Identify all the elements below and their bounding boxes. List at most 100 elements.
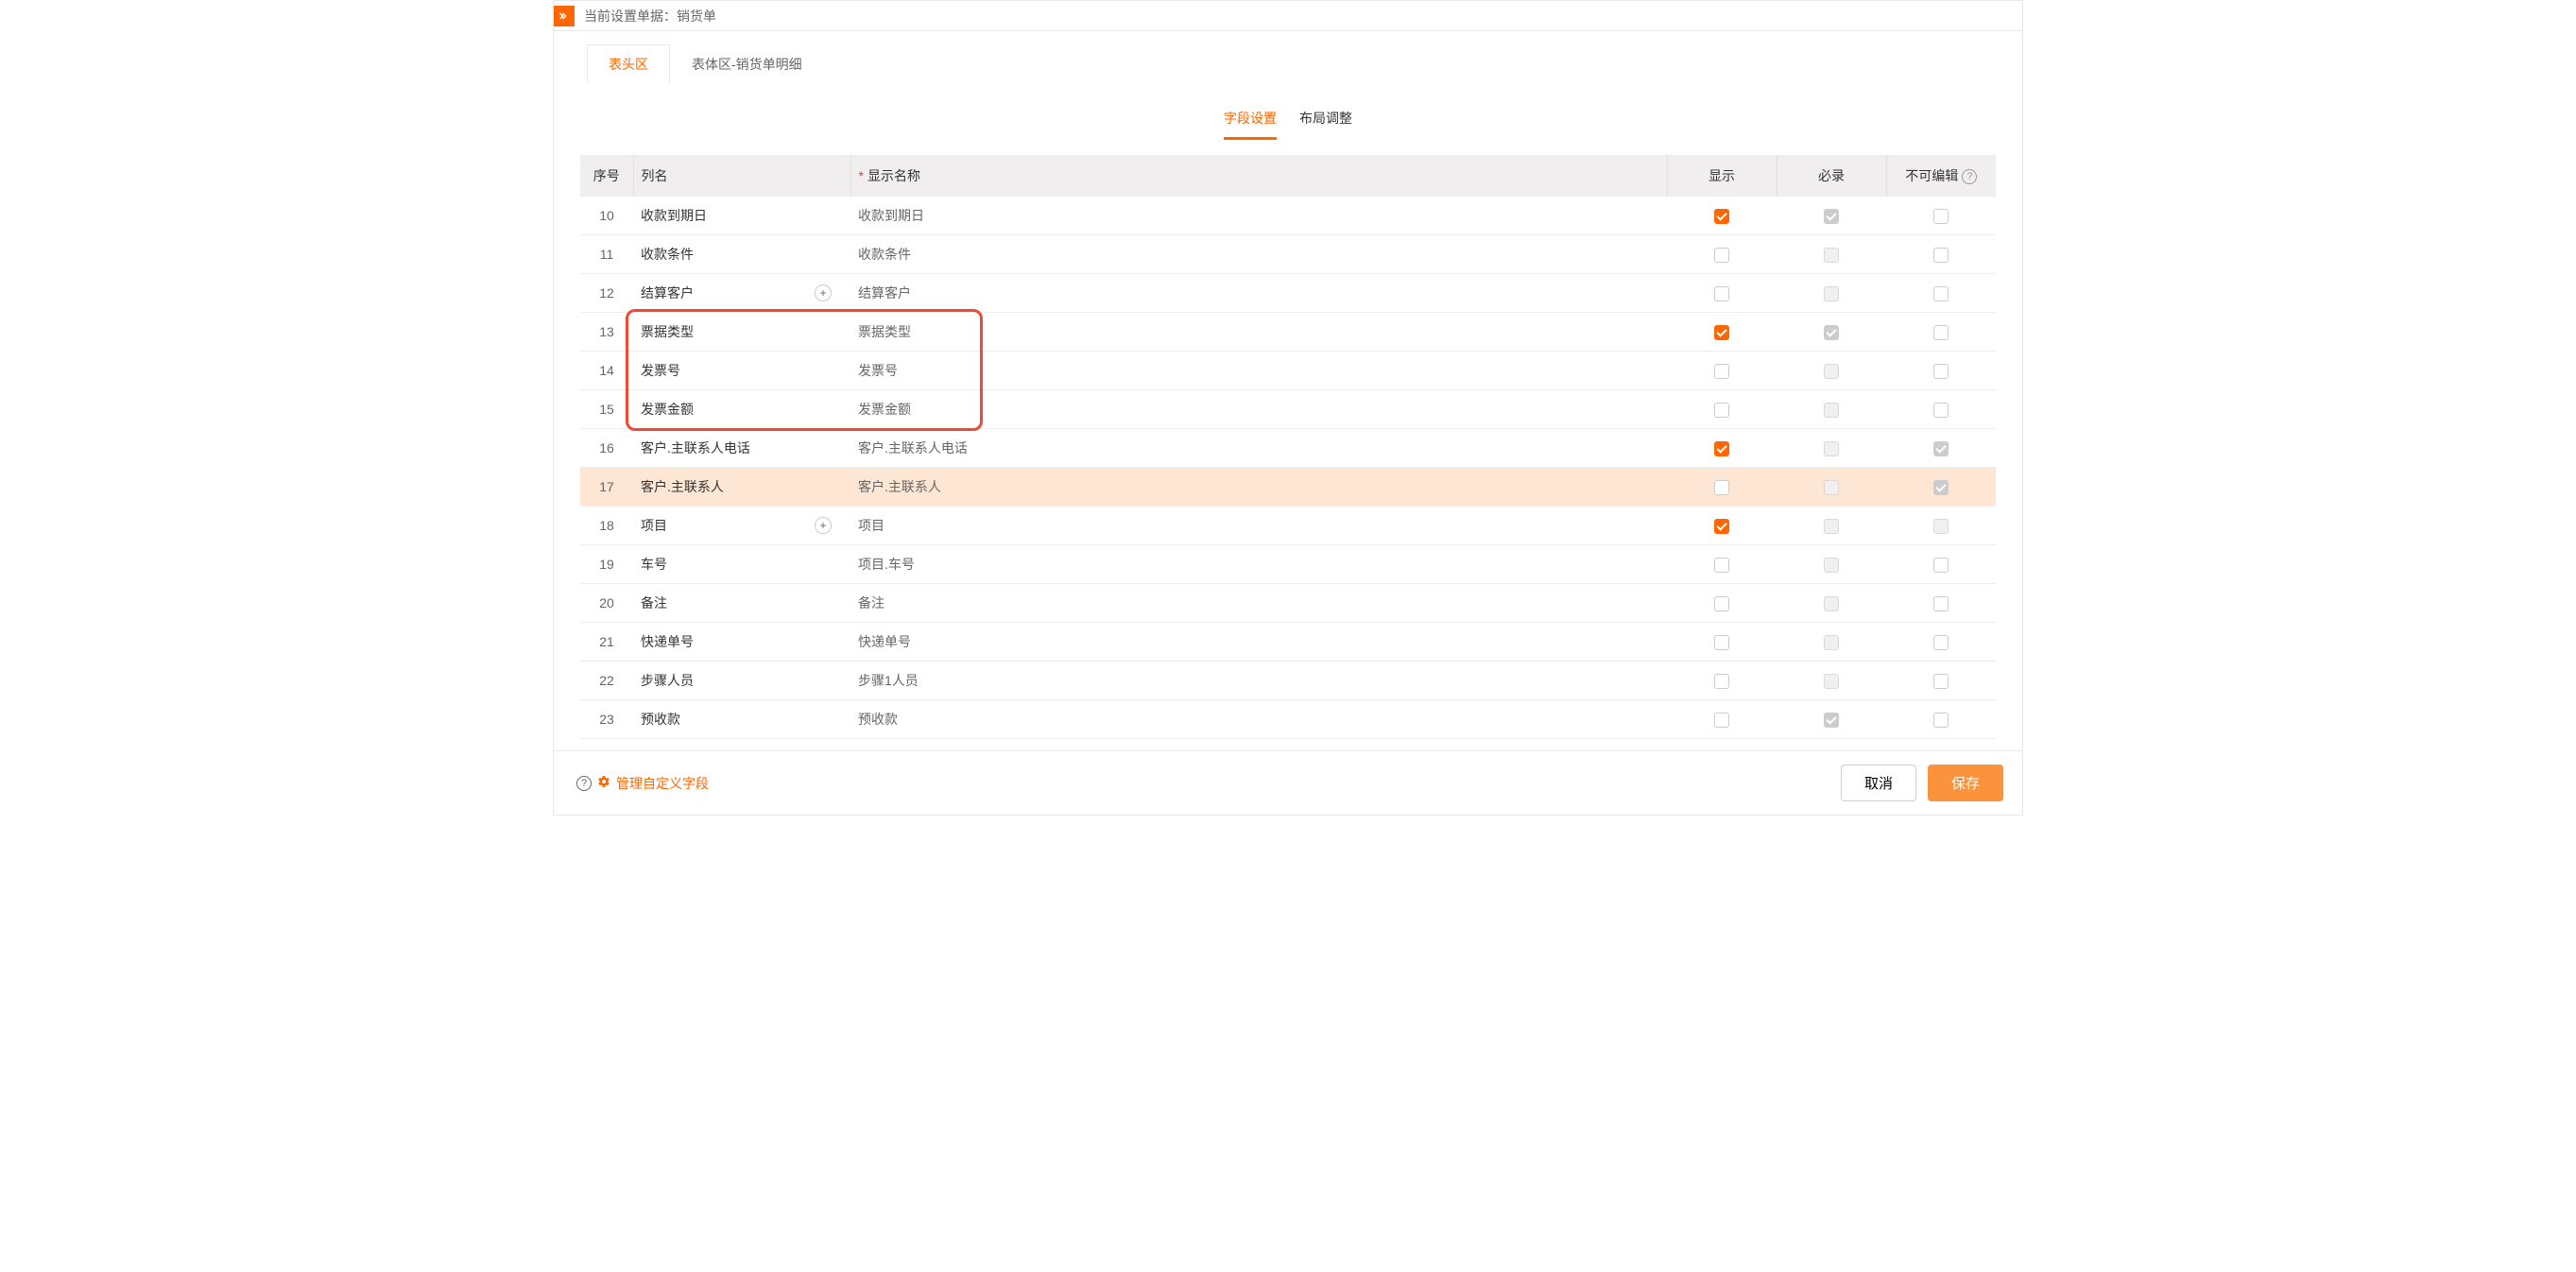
display-name-cell[interactable]: 项目.车号 [850,545,1667,584]
table-row[interactable]: 11收款条件收款条件 [580,235,1996,274]
table-row[interactable]: 14发票号发票号 [580,352,1996,390]
table-row[interactable]: 21快递单号快递单号 [580,623,1996,662]
col-header-seq: 序号 [580,155,633,197]
show-checkbox[interactable] [1714,480,1729,495]
table-row[interactable]: 16客户.主联系人电话客户.主联系人电话 [580,429,1996,468]
sub-tab-layout-adjust[interactable]: 布局调整 [1299,105,1352,140]
table-row[interactable]: 10收款到期日收款到期日 [580,197,1996,235]
name-cell: 收款条件 [633,235,850,274]
display-name-cell[interactable]: 步骤1人员 [850,662,1667,700]
plus-icon[interactable]: + [815,284,832,301]
name-cell: 结算客户 + [633,274,850,313]
name-cell: 发票金额 [633,390,850,429]
show-checkbox[interactable] [1714,209,1729,224]
table-row[interactable]: 12结算客户+结算客户 [580,274,1996,313]
table-row[interactable]: 23 预收款 预收款 [580,700,1996,739]
seq-cell: 18 [580,507,633,545]
tab-body-area[interactable]: 表体区-销货单明细 [670,44,824,84]
main-tabs: 表头区 表体区-销货单明细 [554,44,2022,84]
display-name-cell[interactable]: 备注 [850,584,1667,623]
seq-cell: 23 [580,700,633,739]
show-checkbox[interactable] [1714,248,1729,263]
required-checkbox [1824,248,1839,263]
seq-cell: 14 [580,352,633,390]
show-checkbox[interactable] [1714,441,1729,456]
col-header-name: 列名 [633,155,850,197]
display-name-cell[interactable]: 发票号 [850,352,1667,390]
name-cell: 快递单号 [633,623,850,662]
display-name-cell[interactable]: 结算客户 [850,274,1667,313]
name-cell: 备注 [633,584,850,623]
column-name-label: 客户.主联系人电话 [641,438,750,457]
noedit-checkbox[interactable] [1933,286,1949,301]
show-checkbox[interactable] [1714,364,1729,379]
show-checkbox[interactable] [1714,596,1729,611]
required-checkbox [1824,713,1839,728]
display-name-cell[interactable]: 预收款 [850,700,1667,739]
table-row[interactable]: 15发票金额发票金额 [580,390,1996,429]
help-icon[interactable]: ? [576,776,592,791]
required-checkbox [1824,286,1839,301]
fields-table: 序号 列名 *显示名称 显示 必录 不可编辑? 10收款到期日收款到期日11收款… [580,155,1996,739]
header-prefix: 当前设置单据：销货单 [584,7,716,26]
display-name-cell[interactable]: 快递单号 [850,623,1667,662]
noedit-checkbox[interactable] [1933,209,1949,224]
manage-custom-fields-link[interactable]: 管理自定义字段 [616,774,709,793]
column-name-label: 预收款 [641,710,680,729]
noedit-checkbox[interactable] [1933,403,1949,418]
column-name-label: 项目 [641,516,667,535]
column-name-label: 备注 [641,593,667,612]
tab-header-area[interactable]: 表头区 [587,44,670,84]
noedit-checkbox [1933,480,1949,495]
col-header-display-name: *显示名称 [850,155,1667,197]
table-row[interactable]: 17客户.主联系人客户.主联系人 [580,468,1996,507]
show-checkbox[interactable] [1714,325,1729,340]
header-bar: 当前设置单据：销货单 [554,1,2022,31]
cancel-button[interactable]: 取消 [1841,765,1916,801]
noedit-checkbox[interactable] [1933,248,1949,263]
seq-cell: 22 [580,662,633,700]
display-name-cell[interactable]: 收款到期日 [850,197,1667,235]
col-header-required: 必录 [1777,155,1886,197]
seq-cell: 10 [580,197,633,235]
display-name-cell[interactable]: 票据类型 [850,313,1667,352]
show-checkbox[interactable] [1714,713,1729,728]
plus-icon[interactable]: + [815,517,832,534]
save-button[interactable]: 保存 [1928,765,2003,801]
show-checkbox[interactable] [1714,519,1729,534]
noedit-checkbox[interactable] [1933,635,1949,650]
table-row[interactable]: 20 备注 备注 [580,584,1996,623]
column-name-label: 快递单号 [641,632,694,651]
table-row[interactable]: 18 项目 + 项目 [580,507,1996,545]
required-checkbox [1824,519,1839,534]
required-checkbox [1824,325,1839,340]
expand-icon[interactable] [554,6,575,26]
noedit-checkbox[interactable] [1933,596,1949,611]
display-name-cell[interactable]: 客户.主联系人 [850,468,1667,507]
show-checkbox[interactable] [1714,558,1729,573]
display-name-cell[interactable]: 客户.主联系人电话 [850,429,1667,468]
sub-tab-field-settings[interactable]: 字段设置 [1224,105,1277,140]
noedit-checkbox [1933,519,1949,534]
show-checkbox[interactable] [1714,674,1729,689]
required-checkbox [1824,403,1839,418]
table-row[interactable]: 19车号项目.车号 [580,545,1996,584]
show-checkbox[interactable] [1714,403,1729,418]
show-checkbox[interactable] [1714,286,1729,301]
noedit-checkbox[interactable] [1933,558,1949,573]
table-row[interactable]: 13票据类型票据类型 [580,313,1996,352]
show-checkbox[interactable] [1714,635,1729,650]
noedit-checkbox[interactable] [1933,325,1949,340]
seq-cell: 20 [580,584,633,623]
column-name-label: 结算客户 [641,284,694,302]
help-icon[interactable]: ? [1962,169,1977,184]
display-name-cell[interactable]: 项目 [850,507,1667,545]
required-asterisk-icon: * [859,168,864,183]
gear-icon [597,775,610,791]
noedit-checkbox[interactable] [1933,364,1949,379]
noedit-checkbox[interactable] [1933,674,1949,689]
table-row[interactable]: 22步骤人员步骤1人员 [580,662,1996,700]
display-name-cell[interactable]: 收款条件 [850,235,1667,274]
noedit-checkbox[interactable] [1933,713,1949,728]
display-name-cell[interactable]: 发票金额 [850,390,1667,429]
